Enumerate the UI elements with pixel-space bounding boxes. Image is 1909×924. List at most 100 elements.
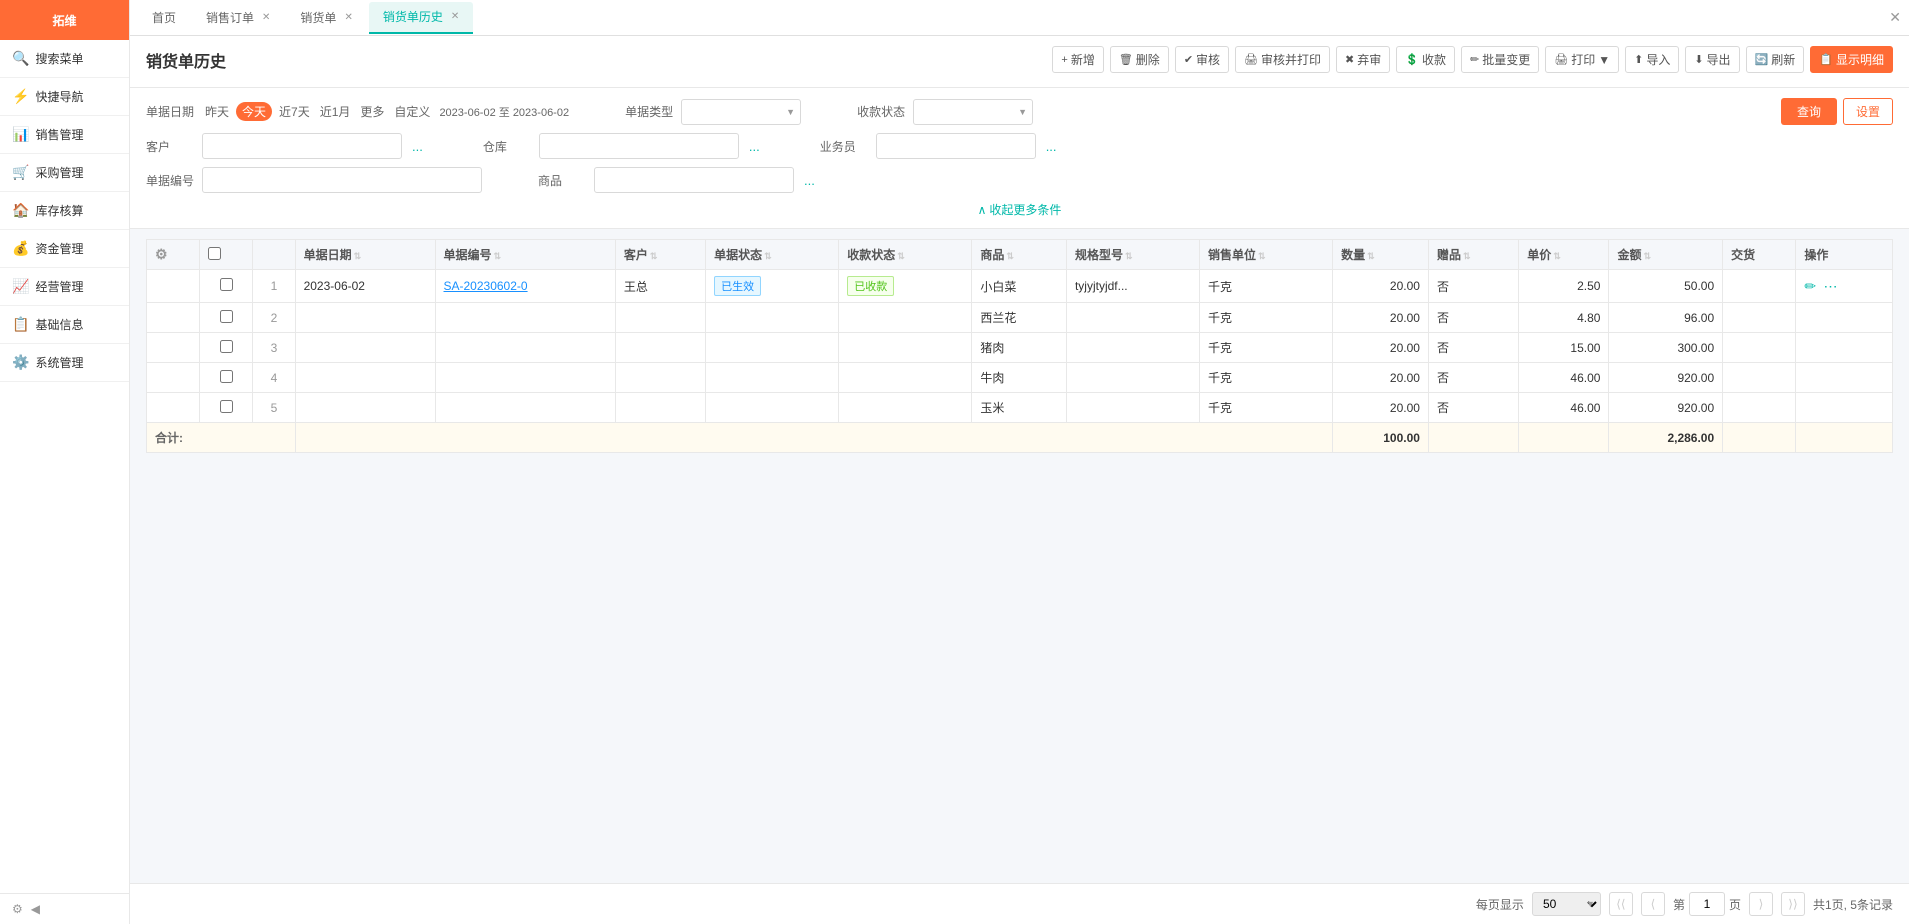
col-header-doc_no[interactable]: 单据编号⇅ — [435, 240, 615, 270]
col-header-payment_status[interactable]: 收款状态⇅ — [839, 240, 972, 270]
sidebar-item-inventory[interactable]: 🏠库存核算 — [0, 192, 129, 230]
sidebar-item-sales-mgmt[interactable]: 📊销售管理 — [0, 116, 129, 154]
row-checkbox-2[interactable] — [220, 340, 233, 353]
date-shortcut-今天[interactable]: 今天 — [236, 102, 272, 121]
col-header-price[interactable]: 单价⇅ — [1519, 240, 1609, 270]
sort-customer[interactable]: ⇅ — [650, 251, 658, 261]
product-input[interactable] — [594, 167, 794, 193]
prev-page-button[interactable]: ⟨ — [1641, 892, 1665, 916]
row-doc-no-0[interactable]: SA-20230602-0 — [435, 270, 615, 303]
delete-button[interactable]: 🗑删除 — [1110, 46, 1169, 73]
sort-doc_date[interactable]: ⇅ — [354, 251, 362, 261]
new-button[interactable]: + 新增 — [1052, 46, 1103, 73]
salesperson-label: 业务员 — [820, 138, 870, 155]
tab-sales-history[interactable]: 销货单历史✕ — [369, 2, 473, 34]
date-shortcut-更多[interactable]: 更多 — [357, 102, 387, 121]
batch-change-button[interactable]: ✏批量变更 — [1461, 46, 1539, 73]
sidebar-item-purchase-mgmt[interactable]: 🛒采购管理 — [0, 154, 129, 192]
row-checkbox-1[interactable] — [220, 310, 233, 323]
row-action-0[interactable]: ✏ ⋯ — [1796, 270, 1893, 303]
table-settings-icon[interactable]: ⚙ — [155, 246, 168, 262]
sidebar-item-search-menu[interactable]: 🔍搜索菜单 — [0, 40, 129, 78]
warehouse-ellipsis[interactable]: ... — [745, 139, 764, 154]
refresh-button[interactable]: 🔄刷新 — [1746, 46, 1805, 73]
sort-product[interactable]: ⇅ — [1006, 251, 1014, 261]
customer-input[interactable] — [202, 133, 402, 159]
print-button[interactable]: 🖨打印▼ — [1545, 46, 1619, 73]
tab-home[interactable]: 首页 — [138, 2, 190, 34]
sort-spec[interactable]: ⇅ — [1125, 251, 1133, 261]
salesperson-input[interactable] — [876, 133, 1036, 159]
doc-type-select[interactable] — [681, 99, 801, 125]
row-checkbox-3[interactable] — [220, 370, 233, 383]
col-header-product[interactable]: 商品⇅ — [972, 240, 1067, 270]
page-input[interactable] — [1689, 892, 1725, 916]
new-icon: + — [1061, 54, 1067, 66]
sidebar-item-quick-nav[interactable]: ⚡快捷导航 — [0, 78, 129, 116]
sort-doc_no[interactable]: ⇅ — [494, 251, 502, 261]
sort-payment_status[interactable]: ⇅ — [897, 251, 905, 261]
col-header-unit[interactable]: 销售单位⇅ — [1200, 240, 1333, 270]
tab-close-sales-delivery[interactable]: ✕ — [344, 2, 352, 34]
export-button[interactable]: ⬇导出 — [1685, 46, 1739, 73]
collapse-button[interactable]: ∧ 收起更多条件 — [978, 201, 1062, 218]
next-page-button[interactable]: ⟩ — [1749, 892, 1773, 916]
sidebar-item-basic-info[interactable]: 📋基础信息 — [0, 306, 129, 344]
more-action-0[interactable]: ⋯ — [1823, 278, 1837, 294]
audit-print-button[interactable]: 🖨审核并打印 — [1235, 46, 1330, 73]
product-ellipsis[interactable]: ... — [800, 173, 819, 188]
first-page-button[interactable]: ⟨⟨ — [1609, 892, 1633, 916]
set-button[interactable]: 设置 — [1843, 98, 1893, 125]
import-button[interactable]: ⬆导入 — [1625, 46, 1679, 73]
sidebar-item-finance[interactable]: 💰资金管理 — [0, 230, 129, 268]
summary-total-amount: 2,286.00 — [1609, 423, 1723, 453]
col-header-spec[interactable]: 规格型号⇅ — [1066, 240, 1199, 270]
edit-action-0[interactable]: ✏ — [1804, 278, 1816, 294]
audit-button[interactable]: ✔审核 — [1175, 46, 1229, 73]
sort-price[interactable]: ⇅ — [1553, 251, 1561, 261]
tab-close-sales-order[interactable]: ✕ — [262, 2, 270, 34]
show-detail-button[interactable]: 📋显示明细 — [1810, 46, 1893, 73]
customer-ellipsis[interactable]: ... — [408, 139, 427, 154]
last-page-button[interactable]: ⟩⟩ — [1781, 892, 1805, 916]
sort-qty[interactable]: ⇅ — [1367, 251, 1375, 261]
sidebar-item-operations[interactable]: 📈经营管理 — [0, 268, 129, 306]
new-label: 新增 — [1071, 51, 1095, 68]
summary-total-qty: 100.00 — [1333, 423, 1429, 453]
show-detail-label: 显示明细 — [1836, 51, 1884, 68]
receive-button[interactable]: 💲收款 — [1396, 46, 1455, 73]
warehouse-input[interactable] — [539, 133, 739, 159]
col-header-customer[interactable]: 客户⇅ — [615, 240, 705, 270]
per-page-select[interactable]: 50 100 — [1532, 892, 1601, 916]
date-shortcut-昨天[interactable]: 昨天 — [202, 102, 232, 121]
sort-gift[interactable]: ⇅ — [1463, 251, 1471, 261]
sort-doc_status[interactable]: ⇅ — [764, 251, 772, 261]
salesperson-ellipsis[interactable]: ... — [1042, 139, 1061, 154]
date-shortcut-近7天[interactable]: 近7天 — [276, 102, 313, 121]
col-header-qty[interactable]: 数量⇅ — [1333, 240, 1429, 270]
col-header-doc_date[interactable]: 单据日期⇅ — [295, 240, 435, 270]
col-label-qty: 数量 — [1341, 248, 1365, 262]
payment-status-select[interactable] — [913, 99, 1033, 125]
row-checkbox-0[interactable] — [220, 278, 233, 291]
doc-no-link-0[interactable]: SA-20230602-0 — [444, 279, 528, 293]
tab-sales-delivery[interactable]: 销货单✕ — [286, 2, 366, 34]
sort-amount[interactable]: ⇅ — [1643, 251, 1651, 261]
col-header-gift[interactable]: 赠品⇅ — [1428, 240, 1518, 270]
col-header-doc_status[interactable]: 单据状态⇅ — [706, 240, 839, 270]
col-header-amount[interactable]: 金额⇅ — [1609, 240, 1723, 270]
date-shortcut-近1月[interactable]: 近1月 — [317, 102, 354, 121]
doc-no-input[interactable] — [202, 167, 482, 193]
abandon-button[interactable]: ✖弃审 — [1336, 46, 1390, 73]
query-button[interactable]: 查询 — [1781, 98, 1837, 125]
sort-unit[interactable]: ⇅ — [1258, 251, 1266, 261]
sidebar-item-sys-mgmt[interactable]: ⚙️系统管理 — [0, 344, 129, 382]
row-checkbox-4[interactable] — [220, 400, 233, 413]
select-all-checkbox[interactable] — [208, 247, 221, 260]
tab-close-sales-history[interactable]: ✕ — [451, 1, 459, 33]
tab-sales-order[interactable]: 销售订单✕ — [192, 2, 284, 34]
inventory-icon: 🏠 — [12, 202, 29, 219]
row-amount-0: 50.00 — [1609, 270, 1723, 303]
date-shortcut-自定义[interactable]: 自定义 — [391, 102, 433, 121]
close-all-tabs-button[interactable]: ✕ — [1889, 9, 1901, 26]
